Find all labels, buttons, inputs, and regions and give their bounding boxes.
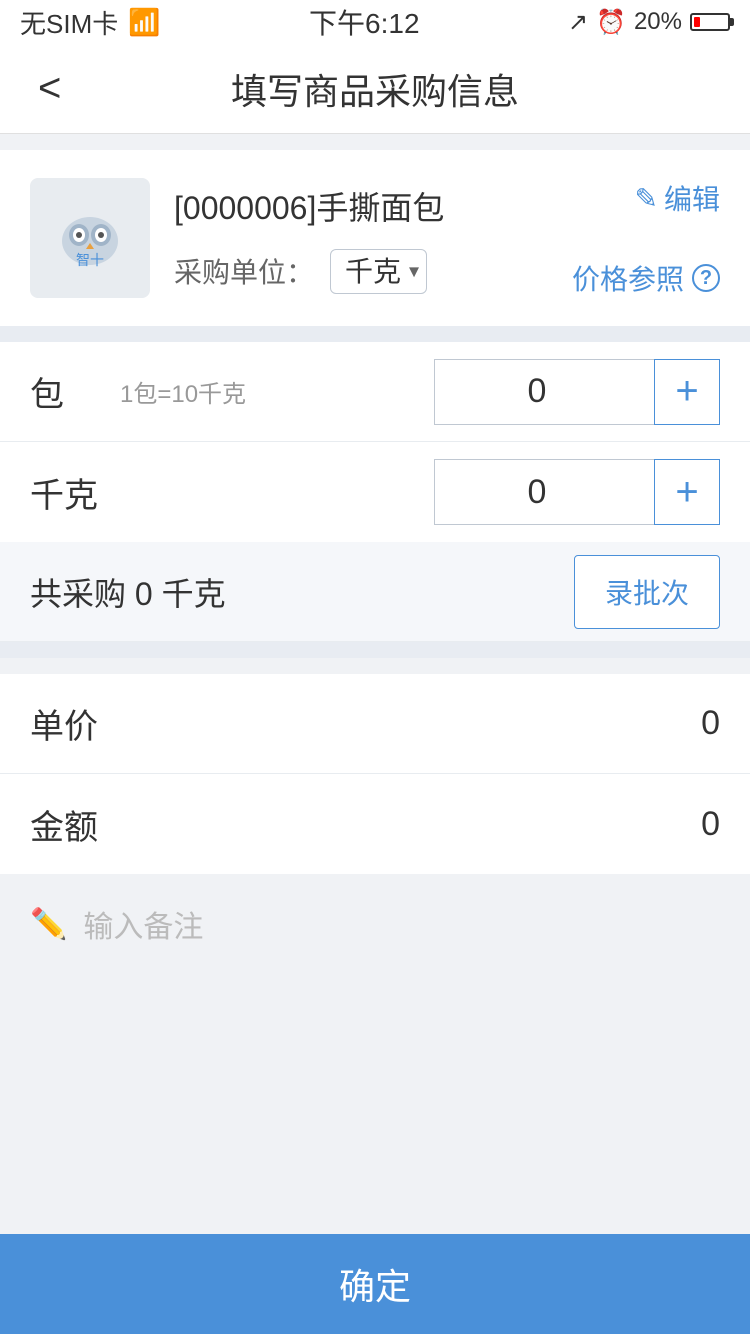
total-row: 共采购 0 千克 录批次	[0, 542, 750, 642]
unit-price-value: 0	[701, 704, 720, 743]
bao-input-wrap: +	[434, 359, 720, 425]
status-bar: 无SIM卡 📶 下午6:12 ↗ ⏰ 20%	[0, 0, 750, 44]
unit-label: 采购单位：	[174, 251, 314, 291]
carrier-label: 无SIM卡	[20, 4, 118, 41]
edit-label: 编辑	[664, 178, 720, 218]
price-ref-label: 价格参照	[572, 258, 684, 298]
bao-sublabel: 1包=10千克	[120, 374, 434, 409]
alarm-icon: ⏰	[596, 8, 626, 37]
pencil-icon: ✏️	[30, 907, 67, 942]
unit-select[interactable]: 千克 包	[330, 249, 427, 294]
status-right: ↗ ⏰ 20%	[568, 8, 730, 37]
product-image: 智十	[30, 178, 150, 298]
help-icon: ?	[692, 264, 720, 292]
bao-label: 包	[30, 367, 110, 416]
notes-section[interactable]: ✏️ 输入备注	[0, 874, 750, 974]
unit-price-row: 单价 0	[0, 674, 750, 774]
total-unit: 千克	[162, 576, 226, 612]
bao-plus-button[interactable]: +	[654, 359, 720, 425]
divider-2	[0, 642, 750, 658]
unit-price-label: 单价	[30, 699, 701, 748]
product-logo: 智十	[50, 203, 130, 273]
kg-input-row: 千克 +	[0, 442, 750, 542]
total-label-text: 共采购	[30, 576, 126, 612]
location-icon: ↗	[568, 8, 588, 37]
nav-bar: < 填写商品采购信息	[0, 44, 750, 134]
edit-icon: ✎	[635, 182, 658, 215]
status-left: 无SIM卡 📶	[20, 4, 161, 41]
unit-select-wrap[interactable]: 千克 包	[330, 249, 427, 294]
page-title: 填写商品采购信息	[231, 63, 519, 115]
back-button[interactable]: <	[28, 56, 71, 121]
confirm-button[interactable]: 确定	[0, 1234, 750, 1334]
svg-text:智十: 智十	[76, 252, 104, 268]
product-card: 智十 [0000006]手撕面包 采购单位： 千克 包 ✎ 编辑 价格参照 ?	[0, 150, 750, 326]
total-value: 0	[135, 576, 153, 612]
total-label: 共采购 0 千克	[30, 569, 574, 615]
divider-1	[0, 326, 750, 342]
amount-value: 0	[701, 805, 720, 844]
kg-plus-button[interactable]: +	[654, 459, 720, 525]
bottom-spacer	[0, 974, 750, 1274]
price-ref-button[interactable]: 价格参照 ?	[572, 258, 720, 298]
kg-label: 千克	[30, 468, 110, 517]
bao-input-row: 包 1包=10千克 +	[0, 342, 750, 442]
battery-icon	[690, 13, 730, 31]
bao-input[interactable]	[434, 359, 654, 425]
kg-input-wrap: +	[434, 459, 720, 525]
edit-button[interactable]: ✎ 编辑	[635, 178, 720, 218]
amount-label: 金额	[30, 800, 701, 849]
wifi-icon: 📶	[128, 7, 160, 38]
quantity-section: 包 1包=10千克 + 千克 +	[0, 342, 750, 542]
time-label: 下午6:12	[309, 2, 420, 42]
batch-button[interactable]: 录批次	[574, 555, 720, 629]
notes-placeholder: 输入备注	[83, 902, 203, 946]
kg-input[interactable]	[434, 459, 654, 525]
battery-percent: 20%	[634, 8, 682, 36]
amount-row: 金额 0	[0, 774, 750, 874]
price-section: 单价 0 金额 0	[0, 674, 750, 874]
